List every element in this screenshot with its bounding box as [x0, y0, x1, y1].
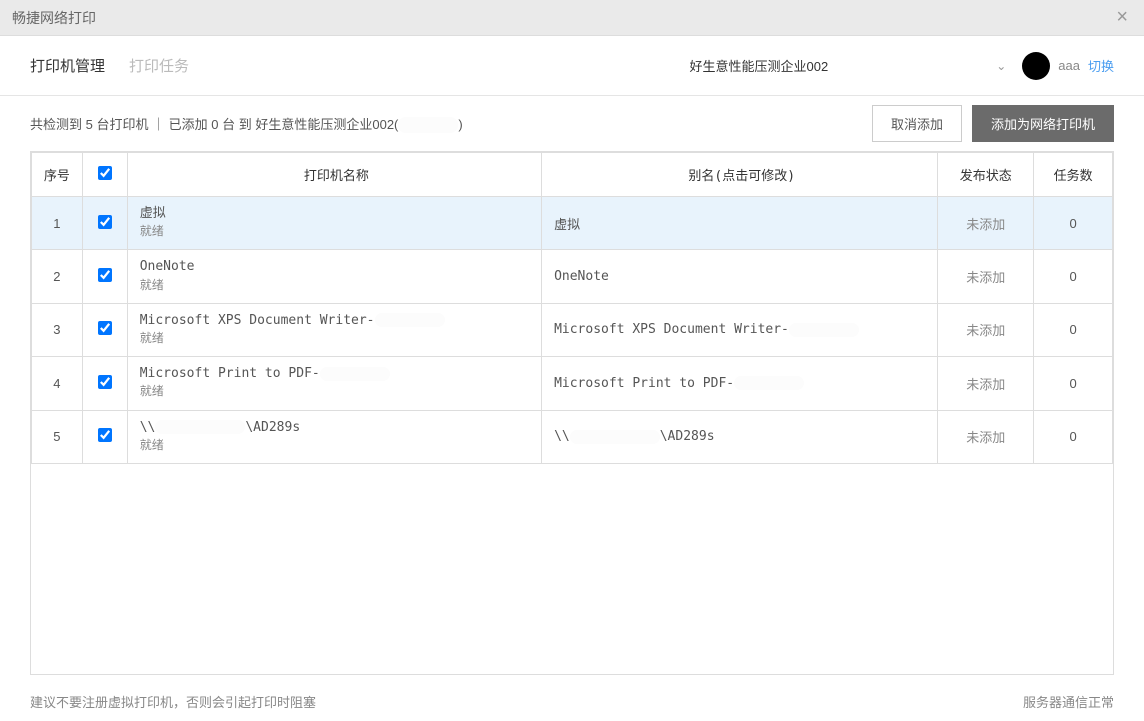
- switch-link[interactable]: 切换: [1088, 56, 1114, 75]
- tab-printer-mgmt[interactable]: 打印机管理: [30, 55, 105, 76]
- col-index-header: 序号: [32, 153, 83, 197]
- printer-ready-status: 就绪: [140, 278, 164, 292]
- row-index: 4: [32, 357, 83, 410]
- username: aaa: [1058, 58, 1080, 73]
- task-count: 0: [1034, 250, 1113, 303]
- tab-print-tasks[interactable]: 打印任务: [129, 55, 189, 76]
- row-checkbox[interactable]: [98, 375, 112, 389]
- row-index: 3: [32, 303, 83, 356]
- tabs: 打印机管理 打印任务: [30, 55, 189, 76]
- publish-status: 未添加: [938, 250, 1034, 303]
- avatar[interactable]: [1022, 52, 1050, 80]
- row-checkbox[interactable]: [98, 268, 112, 282]
- printer-alias[interactable]: Microsoft Print to PDF-: [542, 357, 938, 410]
- table-empty-space: [31, 464, 1113, 674]
- chevron-down-icon[interactable]: ⌄: [996, 59, 1006, 73]
- printer-alias[interactable]: Microsoft XPS Document Writer-: [542, 303, 938, 356]
- table-row[interactable]: 1 虚拟就绪 虚拟 未添加 0: [32, 197, 1113, 250]
- row-checkbox[interactable]: [98, 321, 112, 335]
- task-count: 0: [1034, 357, 1113, 410]
- printer-table: 序号 打印机名称 别名(点击可修改) 发布状态 任务数 1 虚拟就绪 虚拟 未添…: [30, 151, 1114, 675]
- publish-status: 未添加: [938, 303, 1034, 356]
- publish-status: 未添加: [938, 410, 1034, 463]
- col-check-header: [82, 153, 127, 197]
- task-count: 0: [1034, 303, 1113, 356]
- header-right: 好生意性能压测企业002 ⌄ aaa 切换: [690, 52, 1114, 80]
- window-title: 畅捷网络打印: [12, 8, 96, 28]
- toolbar: 共检测到 5 台打印机 ｜ 已添加 0 台 到 好生意性能压测企业002() 取…: [0, 96, 1144, 151]
- task-count: 0: [1034, 410, 1113, 463]
- close-icon[interactable]: ×: [1112, 6, 1132, 29]
- header: 打印机管理 打印任务 好生意性能压测企业002 ⌄ aaa 切换: [0, 36, 1144, 96]
- publish-status: 未添加: [938, 197, 1034, 250]
- printer-ready-status: 就绪: [140, 384, 164, 398]
- printer-name-prefix: \\: [140, 420, 156, 435]
- add-network-printer-button[interactable]: 添加为网络打印机: [972, 105, 1114, 142]
- select-all-checkbox[interactable]: [98, 166, 112, 180]
- printer-name: 虚拟: [140, 206, 166, 221]
- row-index: 1: [32, 197, 83, 250]
- table-row[interactable]: 2 OneNote 就绪 OneNote 未添加 0: [32, 250, 1113, 303]
- footer-advice: 建议不要注册虚拟打印机，否则会引起打印时阻塞: [30, 692, 316, 711]
- detection-text: 共检测到 5 台打印机 ｜ 已添加 0 台 到 好生意性能压测企业002(): [30, 114, 463, 134]
- printer-name: OneNote: [140, 259, 195, 274]
- printer-alias[interactable]: \\\AD289s: [542, 410, 938, 463]
- printer-ready-status: 就绪: [140, 224, 164, 238]
- printer-alias[interactable]: 虚拟: [542, 197, 938, 250]
- toolbar-buttons: 取消添加 添加为网络打印机: [872, 105, 1114, 142]
- table-row[interactable]: 4 Microsoft Print to PDF- 就绪 Microsoft Pr…: [32, 357, 1113, 410]
- col-status-header: 发布状态: [938, 153, 1034, 197]
- col-alias-header: 别名(点击可修改): [542, 153, 938, 197]
- cancel-add-button[interactable]: 取消添加: [872, 105, 962, 142]
- printer-ready-status: 就绪: [140, 438, 164, 452]
- titlebar: 畅捷网络打印 ×: [0, 0, 1144, 36]
- printer-name-suffix: \AD289s: [245, 420, 300, 435]
- row-index: 5: [32, 410, 83, 463]
- printer-ready-status: 就绪: [140, 331, 164, 345]
- printer-name: Microsoft XPS Document Writer-: [140, 313, 375, 328]
- table-header-row: 序号 打印机名称 别名(点击可修改) 发布状态 任务数: [32, 153, 1113, 197]
- org-name: 好生意性能压测企业002: [690, 56, 829, 75]
- table-row[interactable]: 3 Microsoft XPS Document Writer- 就绪 Micro…: [32, 303, 1113, 356]
- publish-status: 未添加: [938, 357, 1034, 410]
- printer-alias[interactable]: OneNote: [542, 250, 938, 303]
- footer: 建议不要注册虚拟打印机，否则会引起打印时阻塞 服务器通信正常: [0, 681, 1144, 721]
- printer-name: Microsoft Print to PDF-: [140, 366, 320, 381]
- task-count: 0: [1034, 197, 1113, 250]
- row-checkbox[interactable]: [98, 215, 112, 229]
- server-status: 服务器通信正常: [1023, 692, 1114, 711]
- table-row[interactable]: 5 \\\AD289s就绪 \\\AD289s 未添加 0: [32, 410, 1113, 463]
- col-tasks-header: 任务数: [1034, 153, 1113, 197]
- row-index: 2: [32, 250, 83, 303]
- col-name-header: 打印机名称: [127, 153, 541, 197]
- row-checkbox[interactable]: [98, 428, 112, 442]
